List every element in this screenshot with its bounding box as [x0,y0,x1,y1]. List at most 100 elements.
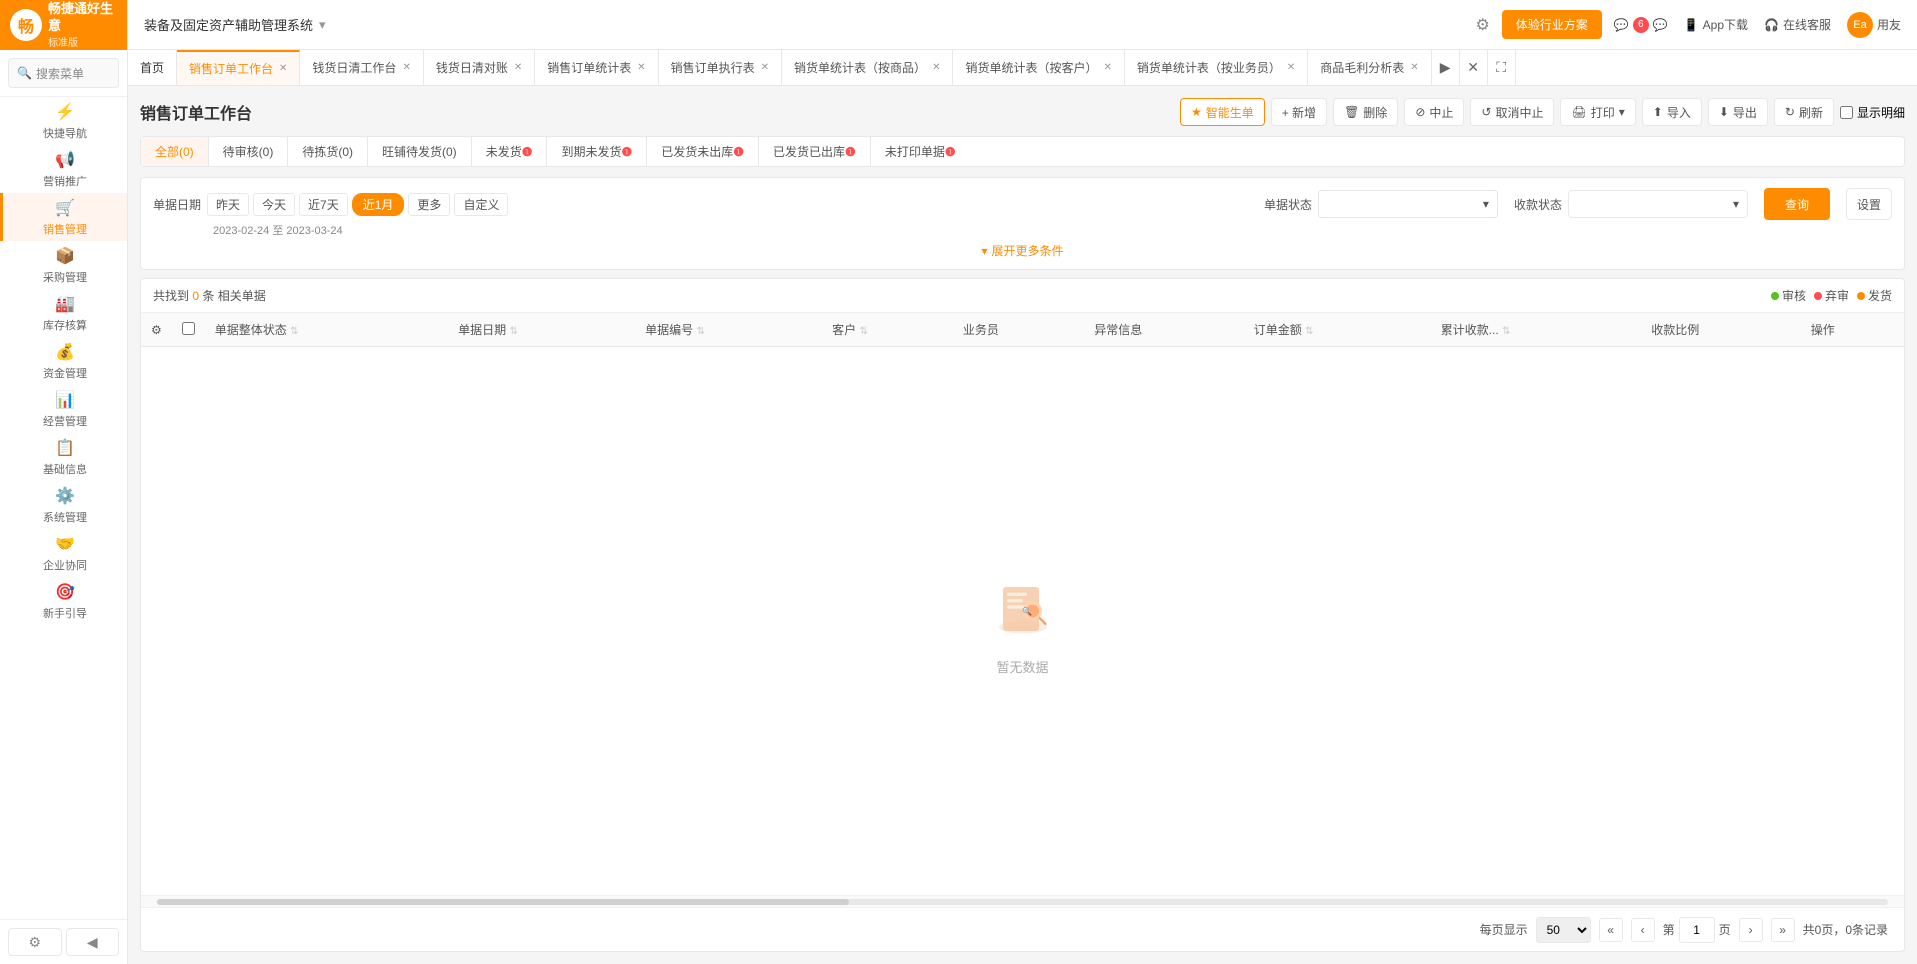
import-btn[interactable]: ⬆ 导入 [1642,98,1702,126]
import-icon: ⬆ [1653,105,1663,119]
date-today-btn[interactable]: 今天 [253,193,295,216]
sidebar-item-quick-nav[interactable]: ⚡ 快捷导航 [0,97,127,145]
app-download-btn[interactable]: 📱 App下载 [1684,16,1748,33]
sidebar-item-finance[interactable]: 💰 资金管理 [0,337,127,385]
sort-icon[interactable]: ⇅ [290,326,298,337]
sort-icon[interactable]: ⇅ [696,326,704,337]
date-1month-btn[interactable]: 近1月 [352,193,405,216]
settings-filter-btn[interactable]: 设置 [1846,188,1892,220]
query-btn[interactable]: 查询 [1764,188,1830,220]
tab-close-icon[interactable]: ✕ [932,62,940,73]
tab-sales-product-stat[interactable]: 销货单统计表（按商品） ✕ [782,50,953,86]
sort-icon[interactable]: ⇅ [1502,326,1510,337]
message-btn[interactable]: 💬 6 💬 [1614,17,1668,33]
sort-icon[interactable]: ⇅ [509,326,517,337]
horizontal-scrollbar[interactable] [141,895,1904,907]
date-yesterday-btn[interactable]: 昨天 [207,193,249,216]
filter-tab-overdue[interactable]: 到期未发货❶ [547,137,647,166]
industry-solution-btn[interactable]: 体验行业方案 [1502,10,1602,39]
filter-tab-pending-inspect[interactable]: 待拣货(0) [288,137,368,166]
stop-btn[interactable]: ⊘ 中止 [1404,98,1464,126]
scrollbar-thumb[interactable] [157,899,849,905]
tab-sales-staff-stat[interactable]: 销货单统计表（按业务员） ✕ [1125,50,1308,86]
per-page-select[interactable]: 20 50 100 [1536,917,1591,943]
show-detail-checkbox[interactable]: 显示明细 [1840,104,1905,121]
filter-tab-all[interactable]: 全部(0) [141,137,209,166]
tab-cash-daily[interactable]: 钱货日清工作台 ✕ [300,50,423,86]
user-menu-btn[interactable]: Ea 用友 [1847,12,1901,38]
tab-cash-reconcile[interactable]: 钱货日清对账 ✕ [424,50,535,86]
filter-tab-shipped-out[interactable]: 已发货已出库❶ [759,137,871,166]
tab-sales-workbench[interactable]: 销售订单工作台 ✕ [177,50,300,86]
sidebar-item-basic[interactable]: 📋 基础信息 [0,433,127,481]
smart-create-btn[interactable]: ★ 智能生单 [1180,98,1265,126]
print-btn[interactable]: 🖨 打印 ▾ [1560,98,1635,126]
topbar-gear-icon[interactable]: ⚙ [1475,15,1489,35]
export-btn[interactable]: ⬇ 导出 [1708,98,1768,126]
page-info: 第 页 [1663,917,1731,943]
print-arrow-icon: ▾ [1619,105,1625,119]
expand-filter-btn[interactable]: ▾ 展开更多条件 [153,238,1892,259]
tabbar: 首页 销售订单工作台 ✕ 钱货日清工作台 ✕ 钱货日清对账 ✕ 销售订单统计表 … [128,50,1917,86]
sidebar-item-guide[interactable]: 🎯 新手引导 [0,577,127,625]
tab-product-margin[interactable]: 商品毛利分析表 ✕ [1308,50,1431,86]
tab-sales-exec[interactable]: 销售订单执行表 ✕ [659,50,782,86]
tab-close-all-btn[interactable]: ✕ [1460,50,1488,86]
tab-scroll-right-btn[interactable]: ▶ [1432,50,1460,86]
col-checkbox[interactable] [172,313,205,347]
date-more-btn[interactable]: 更多 [408,193,450,216]
date-custom-btn[interactable]: 自定义 [454,193,508,216]
filter-tab-not-shipped[interactable]: 未发货❶ [472,137,548,166]
payment-select[interactable]: ▾ [1568,190,1748,218]
tab-fullscreen-btn[interactable]: ⛶ [1488,50,1516,86]
sidebar-item-sales[interactable]: 🛒 销售管理 [0,193,127,241]
tab-sales-stat[interactable]: 销售订单统计表 ✕ [535,50,658,86]
sort-icon[interactable]: ⇅ [859,326,867,337]
page-input[interactable] [1679,917,1715,943]
tab-sales-customer-stat[interactable]: 销货单统计表（按客户） ✕ [953,50,1124,86]
tab-close-icon[interactable]: ✕ [402,62,410,73]
sidebar-item-inventory[interactable]: 🏭 库存核算 [0,289,127,337]
ship-action-btn[interactable]: 发货 [1857,287,1892,304]
sort-icon[interactable]: ⇅ [1305,326,1313,337]
col-settings[interactable]: ⚙ [141,313,172,347]
prev-page-btn[interactable]: ‹ [1631,918,1655,942]
tab-close-icon[interactable]: ✕ [1103,62,1111,73]
tab-close-icon[interactable]: ✕ [279,63,287,74]
tab-close-icon[interactable]: ✕ [514,62,522,73]
show-detail-input[interactable] [1840,106,1853,119]
tab-close-icon[interactable]: ✕ [1287,62,1295,73]
tab-close-icon[interactable]: ✕ [1410,62,1418,73]
chevron-down-icon: ▾ [981,244,987,258]
collapse-btn[interactable]: ◀ [66,928,120,956]
refresh-btn[interactable]: ↻ 刷新 [1774,98,1834,126]
first-page-btn[interactable]: « [1599,918,1623,942]
tab-home[interactable]: 首页 [128,50,177,86]
online-service-btn[interactable]: 🎧 在线客服 [1764,16,1831,33]
next-page-btn[interactable]: › [1739,918,1763,942]
delete-btn[interactable]: 🗑 删除 [1333,98,1398,126]
col-doc-status: 单据整体状态 ⇅ [205,313,448,347]
date-7days-btn[interactable]: 近7天 [299,193,348,216]
sidebar-item-purchase[interactable]: 📦 采购管理 [0,241,127,289]
select-all-checkbox[interactable] [182,322,195,335]
sidebar-item-enterprise[interactable]: 🤝 企业协同 [0,529,127,577]
tab-close-icon[interactable]: ✕ [761,62,769,73]
review-action-btn[interactable]: 审核 [1771,287,1806,304]
table-actions: 审核 弃审 发货 [1771,287,1892,304]
cancel-stop-btn[interactable]: ↺ 取消中止 [1470,98,1554,126]
settings-btn[interactable]: ⚙ [8,928,62,956]
search-menu-btn[interactable]: 🔍 搜索菜单 [8,58,119,88]
filter-tab-wangpu[interactable]: 旺铺待发货(0) [368,137,472,166]
add-btn[interactable]: + 新增 [1271,98,1327,126]
last-page-btn[interactable]: » [1771,918,1795,942]
sidebar-item-operation[interactable]: 📊 经营管理 [0,385,127,433]
filter-tab-pending-review[interactable]: 待审核(0) [209,137,289,166]
cancel-review-action-btn[interactable]: 弃审 [1814,287,1849,304]
tab-close-icon[interactable]: ✕ [637,62,645,73]
status-select[interactable]: ▾ [1318,190,1498,218]
sidebar-item-system[interactable]: ⚙️ 系统管理 [0,481,127,529]
filter-tab-not-printed[interactable]: 未打印单据❶ [871,137,970,166]
sidebar-item-marketing[interactable]: 📢 营销推广 [0,145,127,193]
filter-tab-shipped-not-out[interactable]: 已发货未出库❶ [647,137,759,166]
